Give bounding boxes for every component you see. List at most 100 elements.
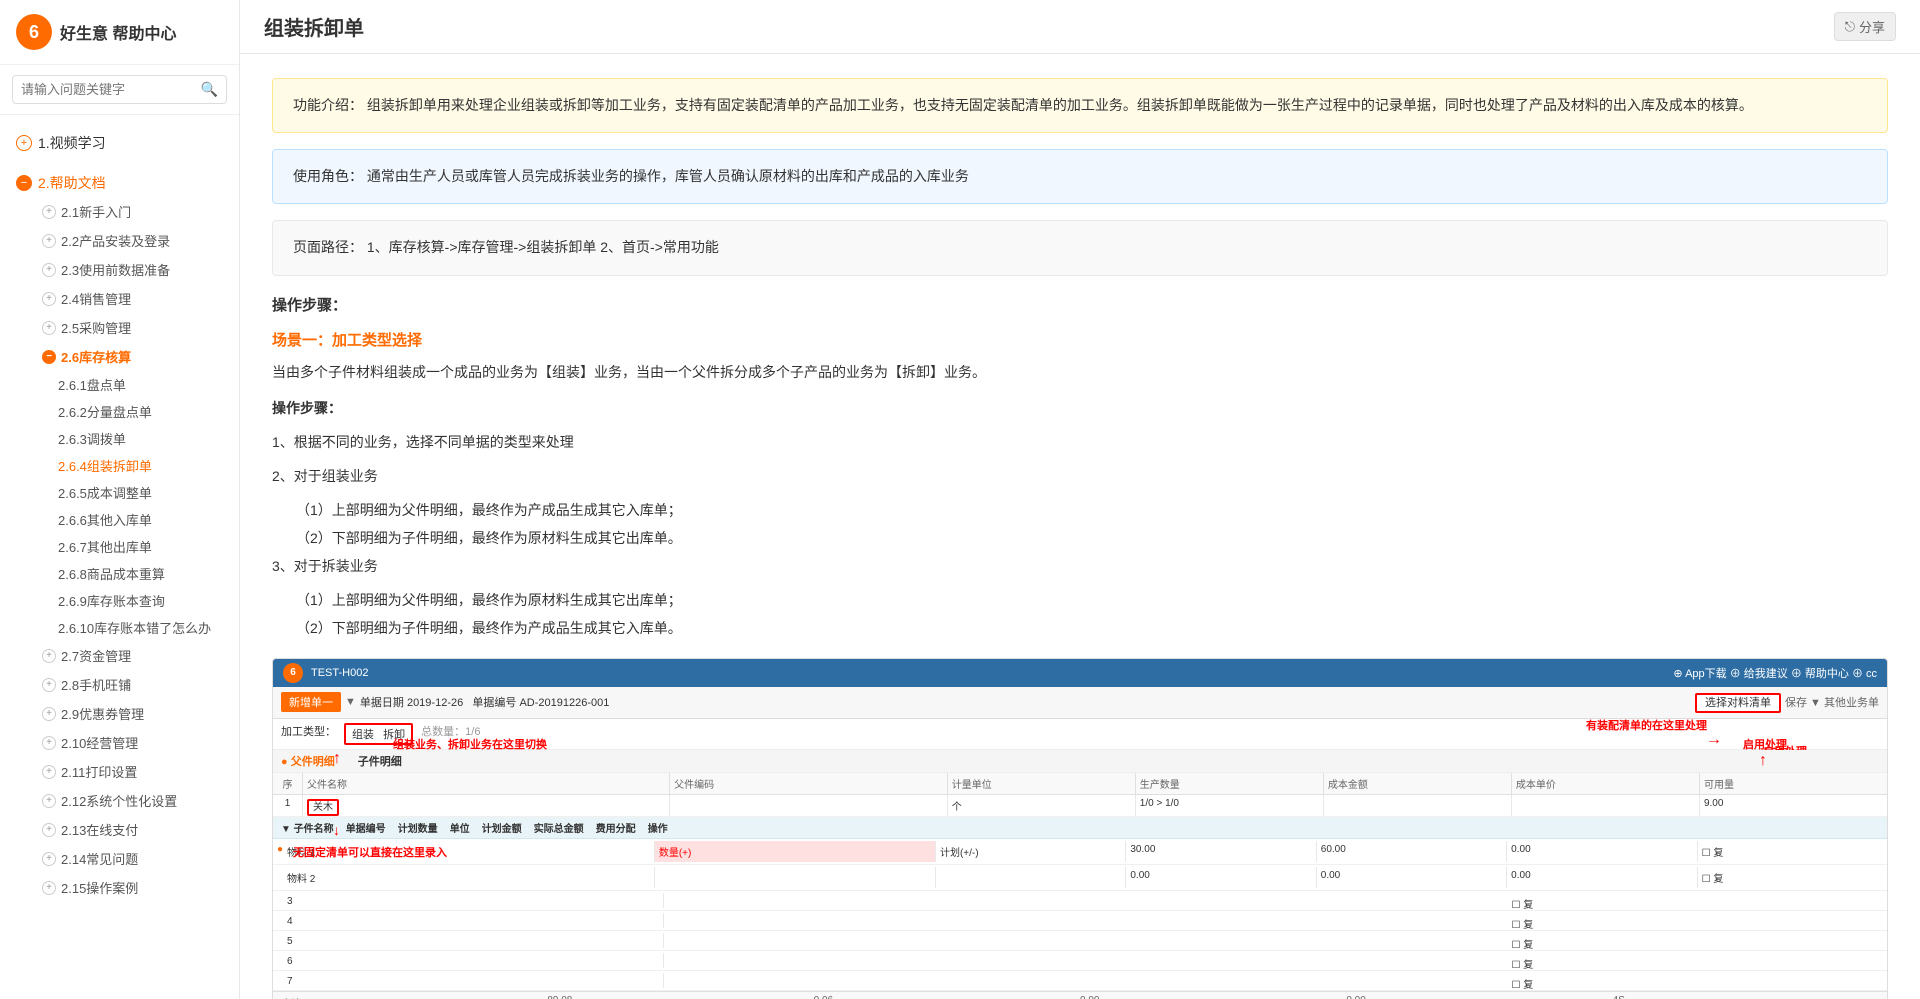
search-icon[interactable]: 🔍 (201, 81, 218, 98)
annotation-arrow-3: ↑ (333, 750, 341, 768)
step3-1: （1）上部明细为父件明细，最终作为原材料生成其它出库单； (296, 586, 1888, 614)
sub-row-4: 4 ☐ 复 (273, 911, 1887, 931)
steps-list: 1、根据不同的业务，选择不同单据的类型来处理 2、对于组装业务 （1）上部明细为… (272, 428, 1888, 642)
sub-th-real: 实际总金额 (534, 820, 584, 835)
td-cost-1 (1324, 795, 1512, 816)
search-box: 🔍 (12, 75, 227, 104)
sidebar-item-2-15[interactable]: + 2.15操作案例 (38, 873, 223, 902)
app-table-row-1: 1 关木 个 1/0 > 1/0 9.00 (273, 795, 1887, 817)
path-text: 1、库存核算->库存管理->组装拆卸单 2、首页->常用功能 (367, 239, 719, 255)
sidebar-item-purchase[interactable]: + 2.5采购管理 (38, 313, 223, 342)
step3-sub: （1）上部明细为父件明细，最终作为原材料生成其它出库单； （2）下部明细为子件明… (272, 586, 1888, 642)
sidebar-item-sales[interactable]: + 2.4销售管理 (38, 284, 223, 313)
th-parent-code: 父件编码 (670, 773, 948, 794)
totals-val3: 0.00 (1080, 995, 1346, 999)
sub-op-1: ☐ 复 (1698, 841, 1887, 862)
sidebar-item-2-6-5[interactable]: 2.6.5成本调整单 (54, 479, 223, 506)
sub-unit-2: 0.00 (1126, 867, 1316, 888)
sidebar-item-2-14[interactable]: + 2.14常见问题 (38, 844, 223, 873)
sidebar-item-docs[interactable]: − 2.帮助文档 (16, 169, 223, 197)
app-table-header: 序 父件名称 父件编码 计量单位 生产数量 成本金额 成本单价 可用量 (273, 773, 1887, 795)
logo-area: 6 好生意 帮助中心 (0, 0, 239, 65)
app-nav-sep: ▼ (345, 696, 356, 708)
sidebar-item-inventory[interactable]: − 2.6库存核算 (38, 342, 223, 371)
app-logo: 6 (283, 663, 303, 683)
app-controls: ⊕ App下载 ⊕ 给我建议 ⊕ 帮助中心 ⊕ cc (1673, 665, 1877, 681)
sidebar-item-data[interactable]: + 2.3使用前数据准备 (38, 255, 223, 284)
annotation-arrow-1: → (1706, 731, 1722, 749)
sub-th-qty2: 计划金额 (482, 820, 522, 835)
td-parent-1: 关木 (303, 795, 670, 816)
totals-val2: 0.06 (814, 995, 1080, 999)
app-type-label: 加工类型： (281, 723, 336, 739)
th-seq: 序 (273, 773, 303, 794)
app-nav: 新增单一 ▼ 单据日期 2019-12-26 单据编号 AD-20191226-… (273, 687, 1887, 719)
plus-icon-purchase: + (42, 321, 56, 335)
sidebar-item-video[interactable]: + 1.视频学习 (16, 129, 223, 157)
nav-grandchildren-inventory: 2.6.1盘点单 2.6.2分量盘点单 2.6.3调拨单 2.6.4组装拆卸单 … (38, 371, 223, 641)
sub-op-2: ☐ 复 (1698, 867, 1887, 888)
td-real-cost-1 (1512, 795, 1700, 816)
annotation-text-3: 组装业务、拆卸业务在这里切换 (393, 736, 547, 752)
sidebar-item-docs-label: 2.帮助文档 (38, 173, 106, 193)
sidebar: 6 好生意 帮助中心 🔍 + 1.视频学习 − 2.帮助文档 + 2.1新手入 (0, 0, 240, 999)
share-label: 分享 (1859, 17, 1885, 36)
top-bar: 组装拆卸单 ⎋ 分享 (240, 0, 1920, 54)
step2-sub: （1）上部明细为父件明细，最终作为产成品生成其它入库单； （2）下部明细为子件明… (272, 496, 1888, 552)
app-sub-table-heading: ▼ 子件名称 单据编号 计划数量 单位 计划金额 实际总金额 费用分配 操作 无… (273, 817, 1887, 839)
intro-label: 功能介绍： (293, 97, 363, 113)
sidebar-item-2-13[interactable]: + 2.13在线支付 (38, 815, 223, 844)
sidebar-item-2-8[interactable]: + 2.8手机旺铺 (38, 670, 223, 699)
th-real-cost: 成本单价 (1512, 773, 1700, 794)
sub-empty-6: 6 (283, 953, 664, 968)
plus-icon-new: + (42, 205, 56, 219)
sub-th-unit2: 单位 (450, 820, 470, 835)
plus-icon-install: + (42, 234, 56, 248)
sidebar-item-2-6-4[interactable]: 2.6.4组装拆卸单 (54, 452, 223, 479)
sidebar-item-2-6-10[interactable]: 2.6.10库存账本错了怎么办 (54, 614, 223, 641)
steps-sub-heading: 操作步骤： (272, 398, 1888, 418)
sidebar-item-new[interactable]: + 2.1新手入门 (38, 197, 223, 226)
intro-text: 组装拆卸单用来处理企业组装或拆卸等加工业务，支持有固定装配清单的产品加工业务，也… (367, 97, 1753, 113)
annotation-text-1: 有装配清单的在这里处理 (1586, 717, 1707, 733)
annotation-target-1: 选择对料清单 (1695, 693, 1781, 713)
intro-block: 功能介绍： 组装拆卸单用来处理企业组装或拆卸等加工业务，支持有固定装配清单的产品… (272, 78, 1888, 133)
sidebar-item-2-6-3[interactable]: 2.6.3调拨单 (54, 425, 223, 452)
sidebar-item-2-7[interactable]: + 2.7资金管理 (38, 641, 223, 670)
share-button[interactable]: ⎋ 分享 (1834, 12, 1896, 41)
sidebar-item-2-6-7[interactable]: 2.6.7其他出库单 (54, 533, 223, 560)
td-qty-1: 1/0 > 1/0 (1136, 795, 1324, 816)
sidebar-item-2-6-1[interactable]: 2.6.1盘点单 (54, 371, 223, 398)
step2-1: （1）上部明细为父件明细，最终作为产成品生成其它入库单； (296, 496, 1888, 524)
sub-empty-4: 4 (283, 913, 664, 928)
sidebar-item-2-6-2[interactable]: 2.6.2分量盘点单 (54, 398, 223, 425)
collapse-icon-docs: − (16, 175, 32, 191)
sub-name-2: 物料 2 (283, 867, 655, 888)
sub-real-1: 0.00 (1507, 841, 1697, 862)
main: 组装拆卸单 ⎋ 分享 功能介绍： 组装拆卸单用来处理企业组装或拆卸等加工业务，支… (240, 0, 1920, 999)
sidebar-item-2-9[interactable]: + 2.9优惠券管理 (38, 699, 223, 728)
app-subheading: ● 父件明细 子件明细 组装业务、拆卸业务在这里切换 ↑ 启用处理 ↑ (273, 750, 1887, 773)
sidebar-item-2-12[interactable]: + 2.12系统个性化设置 (38, 786, 223, 815)
sub-row-5: 5 ☐ 复 (273, 931, 1887, 951)
sub-real-2: 0.00 (1507, 867, 1697, 888)
nav-section-docs: − 2.帮助文档 + 2.1新手入门 + 2.2产品安装及登录 + 2.3使用前… (0, 163, 239, 908)
sidebar-item-2-10[interactable]: + 2.10经营管理 (38, 728, 223, 757)
sub-th-op: 操作 (648, 820, 668, 835)
th-cost: 成本金额 (1324, 773, 1512, 794)
th-parent: 父件名称 (303, 773, 670, 794)
share-icon: ⎋ (1845, 19, 1855, 35)
sub-qty-2: 0.00 (1317, 867, 1507, 888)
td-avail-1: 9.00 (1700, 795, 1887, 816)
sidebar-item-2-6-9[interactable]: 2.6.9库存账本查询 (54, 587, 223, 614)
sub-row-2: 物料 2 0.00 0.00 0.00 ☐ 复 (273, 865, 1887, 891)
search-input[interactable] (21, 82, 201, 97)
path-block: 页面路径： 1、库存核算->库存管理->组装拆卸单 2、首页->常用功能 (272, 220, 1888, 275)
sidebar-item-2-11[interactable]: + 2.11打印设置 (38, 757, 223, 786)
sidebar-item-2-6-6[interactable]: 2.6.6其他入库单 (54, 506, 223, 533)
th-avail: 可用量 (1700, 773, 1887, 794)
page-title: 组装拆卸单 (264, 12, 364, 41)
logo-text: 好生意 帮助中心 (60, 20, 176, 44)
sidebar-item-2-6-8[interactable]: 2.6.8商品成本重算 (54, 560, 223, 587)
sidebar-item-install[interactable]: + 2.2产品安装及登录 (38, 226, 223, 255)
